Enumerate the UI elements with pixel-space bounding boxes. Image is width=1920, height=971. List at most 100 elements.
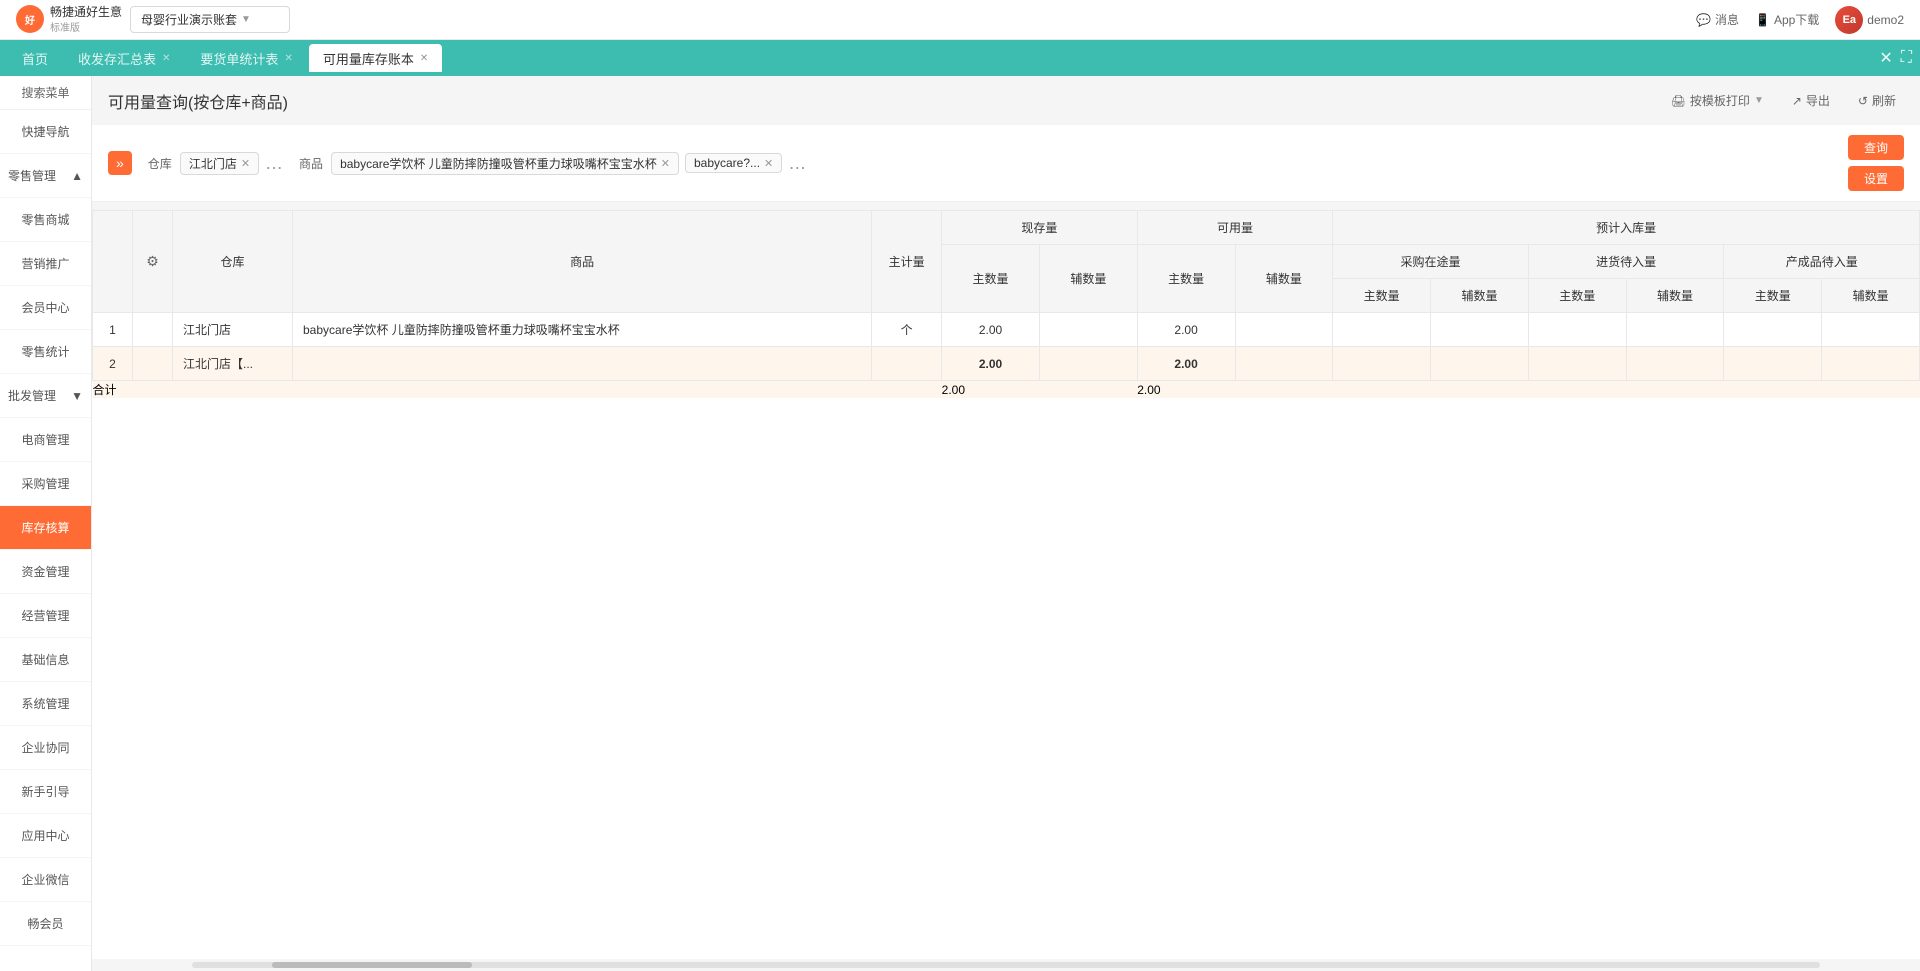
row1-stock-main: 2.00 [942, 313, 1040, 347]
col-prod-sub-header: 辅数量 [1822, 279, 1920, 313]
goods-filter-label: 商品 [299, 155, 323, 172]
sidebar-item-purchase-label: 采购管理 [21, 475, 69, 492]
sidebar-item-retail-stats[interactable]: 零售统计 [0, 330, 91, 374]
goods-tag-2-text: babycare?... [694, 156, 760, 170]
data-table: ⚙ 仓库 商品 主计量 现存量 [92, 210, 1920, 398]
sidebar-item-finance-label: 资金管理 [21, 563, 69, 580]
top-bar-left: 好 畅捷通好生意 标准版 母婴行业演示账套 ▼ [16, 5, 290, 34]
sidebar-item-purchase[interactable]: 采购管理 [0, 462, 91, 506]
sidebar-search-btn[interactable]: 搜索菜单 [6, 84, 85, 101]
goods-tag-2-close-icon[interactable]: ✕ [764, 157, 773, 170]
sidebar-item-appcenter[interactable]: 应用中心 [0, 814, 91, 858]
row2-pur-main [1333, 347, 1431, 381]
top-bar: 好 畅捷通好生意 标准版 母婴行业演示账套 ▼ 💬 消息 📱 App下载 Ea … [0, 0, 1920, 40]
sidebar-item-inventory[interactable]: 库存核算 [0, 506, 91, 550]
message-btn[interactable]: 💬 消息 [1696, 11, 1739, 28]
tab-close-all-icon[interactable]: ✕ [1879, 48, 1892, 68]
logo-area: 好 畅捷通好生意 标准版 [16, 5, 122, 34]
goods-tag-1-close-icon[interactable]: ✕ [661, 157, 670, 170]
sidebar-item-basic-info[interactable]: 基础信息 [0, 638, 91, 682]
warehouse-tag-close-icon[interactable]: ✕ [241, 157, 250, 170]
warehouse-filter-label: 仓库 [148, 155, 172, 172]
sidebar-item-finance[interactable]: 资金管理 [0, 550, 91, 594]
sidebar-item-guide[interactable]: 新手引导 [0, 770, 91, 814]
row1-prod-sub [1822, 313, 1920, 347]
refresh-btn[interactable]: ↺ 刷新 [1850, 88, 1904, 113]
warehouse-more-icon[interactable]: … [265, 154, 283, 172]
tab-receipts-close[interactable]: ✕ [162, 53, 170, 64]
logo-icon: 好 [16, 5, 44, 33]
sidebar-item-enterprise[interactable]: 企业协同 [0, 726, 91, 770]
col-planned-header: 预计入库量 [1333, 211, 1920, 245]
sidebar-item-changhui[interactable]: 畅会员 [0, 902, 91, 946]
print-btn[interactable]: 🖨 按模板打印 ▼ [1663, 88, 1772, 113]
avatar: Ea [1835, 6, 1863, 34]
sidebar-item-ecommerce-label: 电商管理 [21, 431, 69, 448]
sidebar-item-operations[interactable]: 经营管理 [0, 594, 91, 638]
col-gear[interactable]: ⚙ [133, 211, 173, 313]
avatar-text: Ea [1843, 14, 1856, 26]
tab-home[interactable]: 首页 [8, 44, 62, 72]
print-chevron-icon: ▼ [1754, 95, 1764, 106]
sidebar-item-retail-mall[interactable]: 零售商城 [0, 198, 91, 242]
row1-gear [133, 313, 173, 347]
col-seq [93, 211, 133, 313]
horizontal-scrollbar[interactable] [92, 959, 1920, 971]
sidebar: 搜索菜单 快捷导航 零售管理 ▲ 零售商城 营销推广 会员中心 零售统计 批发管… [0, 76, 92, 971]
scroll-thumb[interactable] [272, 962, 472, 968]
goods-tag-2[interactable]: babycare?... ✕ [685, 153, 782, 173]
sidebar-item-marketing[interactable]: 营销推广 [0, 242, 91, 286]
logo-text-area: 畅捷通好生意 标准版 [50, 5, 122, 34]
col-stock-header: 现存量 [942, 211, 1138, 245]
wholesale-mgmt-arrow-icon: ▼ [71, 389, 83, 403]
footer-pur-main [1333, 381, 1431, 399]
filter-toggle-btn[interactable]: » [108, 151, 132, 175]
goods-tag-1[interactable]: babycare学饮杯 儿童防摔防撞吸管杯重力球吸嘴杯宝宝水杯 ✕ [331, 152, 679, 175]
page-title: 可用量查询(按仓库+商品) [108, 89, 288, 113]
gear-icon[interactable]: ⚙ [146, 253, 159, 269]
page-header: 可用量查询(按仓库+商品) 🖨 按模板打印 ▼ ↗ 导出 ↺ 刷新 [92, 76, 1920, 125]
col-prod-main-header: 主数量 [1724, 279, 1822, 313]
tab-inventory-close[interactable]: ✕ [420, 53, 428, 64]
sidebar-item-system[interactable]: 系统管理 [0, 682, 91, 726]
sidebar-item-wechat[interactable]: 企业微信 [0, 858, 91, 902]
sidebar-item-wholesale-mgmt[interactable]: 批发管理 ▼ [0, 374, 91, 418]
tab-orders[interactable]: 要货单统计表 ✕ [186, 44, 306, 72]
footer-prod-sub [1822, 381, 1920, 399]
app-label: App下载 [1774, 11, 1819, 28]
warehouse-tag[interactable]: 江北门店 ✕ [180, 152, 259, 175]
footer-stock-main: 2.00 [942, 381, 1040, 399]
app-download-btn[interactable]: 📱 App下载 [1755, 11, 1819, 28]
page-actions: 🖨 按模板打印 ▼ ↗ 导出 ↺ 刷新 [1663, 88, 1904, 113]
col-stock-main-header: 主数量 [942, 245, 1040, 313]
logo-text: 畅捷通好生意 [50, 5, 122, 19]
row2-gear [133, 347, 173, 381]
sidebar-item-retail-mgmt[interactable]: 零售管理 ▲ [0, 154, 91, 198]
export-btn[interactable]: ↗ 导出 [1784, 88, 1838, 113]
tab-inventory[interactable]: 可用量库存账本 ✕ [309, 44, 442, 72]
col-avail-header: 可用量 [1137, 211, 1333, 245]
retail-mgmt-arrow-icon: ▲ [71, 169, 83, 183]
tab-bar: 首页 收发存汇总表 ✕ 要货单统计表 ✕ 可用量库存账本 ✕ ✕ ⛶ [0, 40, 1920, 76]
goods-more-icon[interactable]: … [788, 154, 806, 172]
tab-orders-close[interactable]: ✕ [284, 53, 292, 64]
row2-seq: 2 [93, 347, 133, 381]
row1-pur-sub [1431, 313, 1529, 347]
tab-fullscreen-icon[interactable]: ⛶ [1901, 49, 1912, 67]
sidebar-item-quick-nav[interactable]: 快捷导航 [0, 110, 91, 154]
industry-selector[interactable]: 母婴行业演示账套 ▼ [130, 6, 290, 33]
row1-seq: 1 [93, 313, 133, 347]
print-label: 按模板打印 [1690, 92, 1750, 109]
warehouse-filter-group: 仓库 江北门店 ✕ … [148, 152, 283, 175]
setting-btn[interactable]: 设置 [1848, 166, 1904, 191]
filter-area: » 仓库 江北门店 ✕ … 商品 babycare学饮杯 儿童防摔防撞吸管杯重力… [92, 125, 1920, 202]
query-btn[interactable]: 查询 [1848, 135, 1904, 160]
sidebar-item-basic-info-label: 基础信息 [21, 651, 69, 668]
row1-avail-sub [1235, 313, 1333, 347]
username: demo2 [1867, 13, 1904, 27]
tab-receipts[interactable]: 收发存汇总表 ✕ [64, 44, 184, 72]
user-area[interactable]: Ea demo2 [1835, 6, 1904, 34]
sidebar-item-ecommerce[interactable]: 电商管理 [0, 418, 91, 462]
row1-goods: babycare学饮杯 儿童防摔防撞吸管杯重力球吸嘴杯宝宝水杯 [293, 313, 872, 347]
sidebar-item-member[interactable]: 会员中心 [0, 286, 91, 330]
